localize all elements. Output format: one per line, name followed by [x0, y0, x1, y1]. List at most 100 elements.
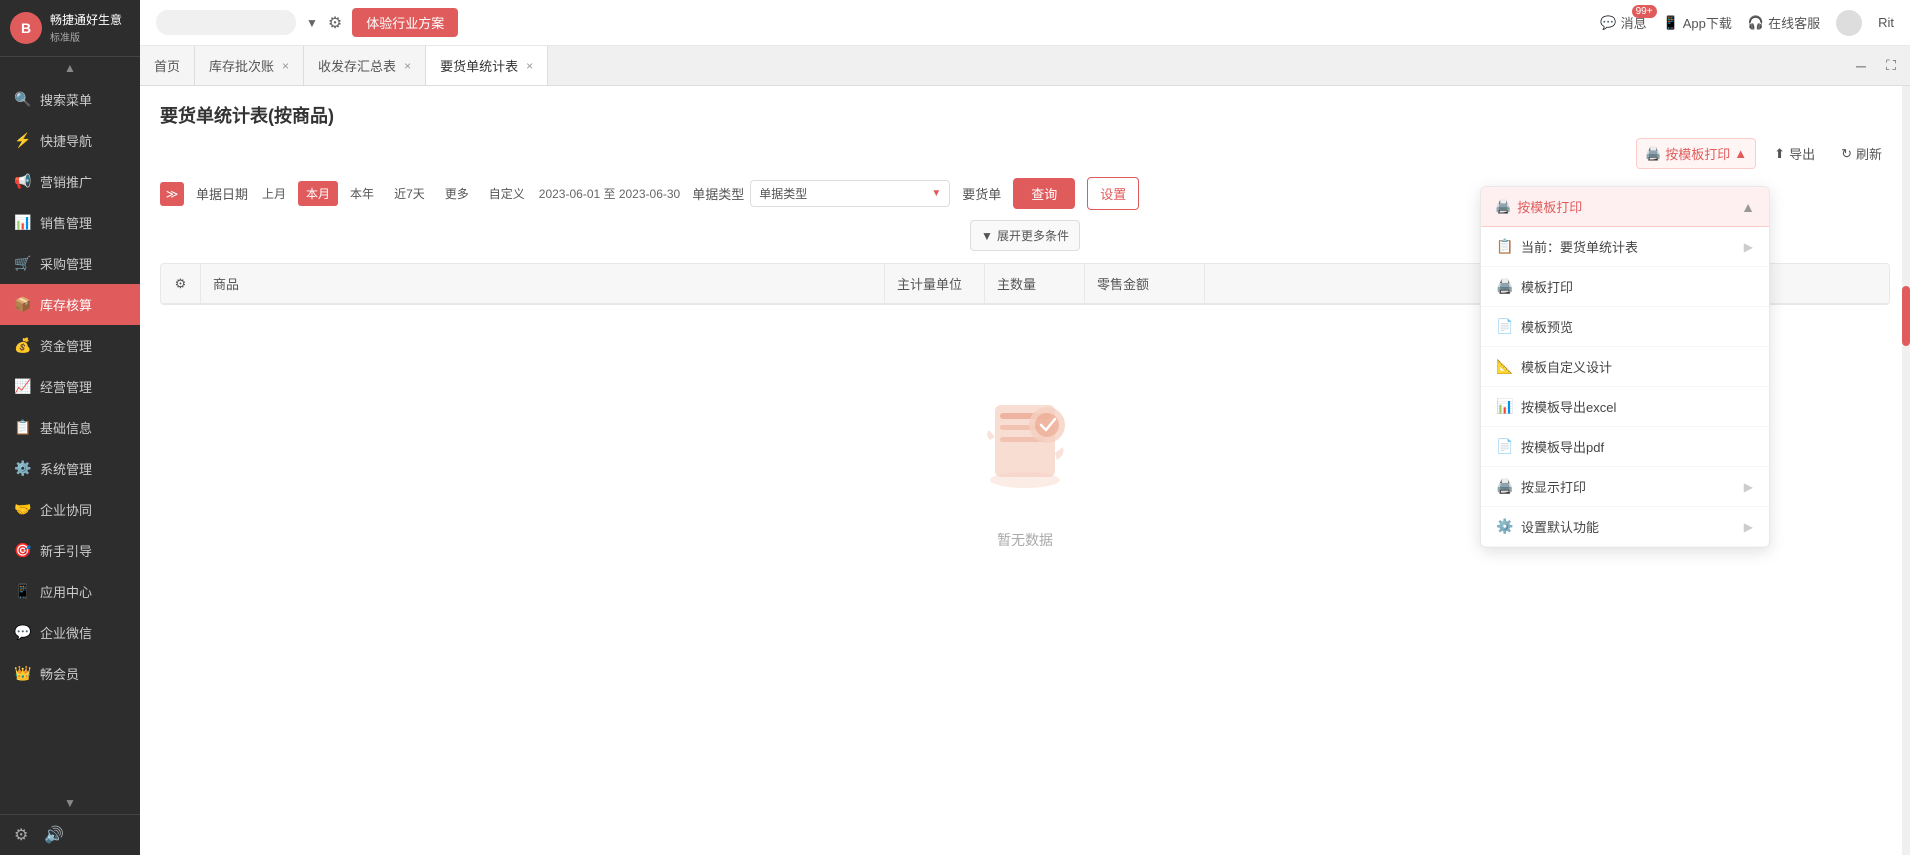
- current-template-item[interactable]: 📋 当前：要货单统计表 ▶: [1481, 227, 1769, 267]
- template-print-btn[interactable]: 🖨️ 按模板打印 ▲: [1636, 138, 1756, 169]
- sidebar-item-search[interactable]: 🔍 搜索菜单: [0, 79, 140, 120]
- th-amount: 零售金额: [1085, 264, 1205, 303]
- sidebar-item-app-center[interactable]: 📱 应用中心: [0, 571, 140, 612]
- volume-footer-icon[interactable]: 🔊: [44, 825, 64, 845]
- last-7-days-btn[interactable]: 近7天: [386, 181, 433, 206]
- sidebar-item-basic-info[interactable]: 📋基础信息: [0, 407, 140, 448]
- prev-month-btn[interactable]: 上月: [254, 181, 294, 206]
- sidebar-item-purchase[interactable]: 🛒 采购管理: [0, 243, 140, 284]
- nav-icon-system: ⚙️: [14, 460, 32, 478]
- sidebar-item-marketing[interactable]: 📢营销推广: [0, 161, 140, 202]
- tab-order-stats-close[interactable]: ×: [526, 59, 533, 73]
- template-print-label: 按模板打印: [1665, 144, 1730, 163]
- default-function-item[interactable]: ⚙️ 设置默认功能 ▶: [1481, 507, 1769, 547]
- sidebar-item-inventory[interactable]: 📦库存核算: [0, 284, 140, 325]
- tab-maximize-btn[interactable]: ⛶: [1880, 55, 1902, 77]
- tab-minimize-btn[interactable]: ─: [1850, 55, 1872, 77]
- sidebar-item-sales[interactable]: 📊销售管理: [0, 202, 140, 243]
- template-design-item[interactable]: 📐 模板自定义设计: [1481, 347, 1769, 387]
- goods-filter-section: 要货单: [962, 184, 1001, 203]
- sidebar-scroll-down[interactable]: ▼: [0, 792, 140, 814]
- sidebar-item-system[interactable]: ⚙️系统管理: [0, 448, 140, 489]
- tab-order-stats[interactable]: 要货单统计表 ×: [426, 46, 548, 85]
- filter-expand-icon[interactable]: ≫: [160, 182, 184, 206]
- topbar-search-box[interactable]: [156, 10, 296, 35]
- scrollbar-thumb[interactable]: [1902, 286, 1910, 346]
- display-print-item[interactable]: 🖨️ 按显示打印 ▶: [1481, 467, 1769, 507]
- online-service-btn[interactable]: 🎧 在线客服: [1748, 13, 1820, 32]
- nav-icon-wechat: 💬: [14, 624, 32, 642]
- sidebar-item-member[interactable]: 👑畅会员: [0, 653, 140, 694]
- topbar-gear-icon[interactable]: ⚙: [328, 13, 342, 33]
- template-preview-item[interactable]: 📄 模板预览: [1481, 307, 1769, 347]
- app-download-btn[interactable]: 📱 App下载: [1663, 13, 1732, 32]
- dropdown-close-btn[interactable]: ▲: [1741, 199, 1755, 215]
- nav-icon-search: 🔍: [14, 91, 32, 109]
- tab-receipt-summary[interactable]: 收发存汇总表 ×: [304, 46, 426, 85]
- sidebar-scroll-up[interactable]: ▲: [0, 57, 140, 79]
- nav-icon-enterprise: 🤝: [14, 501, 32, 519]
- refresh-btn[interactable]: ↻ 刷新: [1833, 139, 1890, 168]
- sidebar-item-enterprise[interactable]: 🤝企业协同: [0, 489, 140, 530]
- actions-row: 🖨️ 按模板打印 ▲ ⬆ 导出 ↻ 刷新: [140, 138, 1910, 177]
- nav-label-member: 畅会员: [40, 664, 79, 683]
- custom-date-btn[interactable]: 自定义: [481, 181, 533, 206]
- page-header: 要货单统计表(按商品): [140, 86, 1910, 138]
- sidebar-footer: ⚙ 🔊: [0, 814, 140, 855]
- nav-icon-purchase: 🛒: [14, 255, 32, 273]
- settings-footer-icon[interactable]: ⚙: [14, 825, 28, 845]
- nav-label-finance: 资金管理: [40, 336, 92, 355]
- sidebar-item-wechat[interactable]: 💬企业微信: [0, 612, 140, 653]
- username-btn[interactable]: Rit: [1878, 15, 1894, 30]
- template-export-excel-item[interactable]: 📊 按模板导出excel: [1481, 387, 1769, 427]
- template-export-pdf-item[interactable]: 📄 按模板导出pdf: [1481, 427, 1769, 467]
- sidebar-item-quick-nav[interactable]: ⚡快捷导航: [0, 120, 140, 161]
- scrollbar-track: [1902, 86, 1910, 855]
- settings-btn[interactable]: 设置: [1087, 177, 1139, 210]
- refresh-label: 刷新: [1856, 144, 1882, 163]
- th-checkbox[interactable]: ⚙: [161, 264, 201, 303]
- message-btn[interactable]: 💬 消息 99+: [1600, 13, 1646, 32]
- nav-label-purchase: 采购管理: [40, 254, 92, 273]
- app-download-icon: 📱: [1663, 15, 1679, 31]
- current-year-btn[interactable]: 本年: [342, 181, 382, 206]
- nav-label-sales: 销售管理: [40, 213, 92, 232]
- th-quantity: 主数量: [985, 264, 1085, 303]
- nav-icon-app-center: 📱: [14, 583, 32, 601]
- nav-label-marketing: 营销推广: [40, 172, 92, 191]
- template-print-dropdown: 🖨️ 按模板打印 ▲ 📋 当前：要货单统计表 ▶ 🖨️ 模板打印 �: [1480, 186, 1770, 548]
- topbar-right: 💬 消息 99+ 📱 App下载 🎧 在线客服 Rit: [1600, 10, 1894, 36]
- sidebar-item-finance[interactable]: 💰资金管理: [0, 325, 140, 366]
- current-month-btn[interactable]: 本月: [298, 181, 338, 206]
- export-btn[interactable]: ⬆ 导出: [1766, 139, 1823, 168]
- trial-btn[interactable]: 体验行业方案: [352, 8, 458, 37]
- template-print-item[interactable]: 🖨️ 模板打印: [1481, 267, 1769, 307]
- nav-label-inventory: 库存核算: [40, 295, 92, 314]
- settings-icon: ⚙: [175, 276, 187, 292]
- user-avatar-btn[interactable]: [1836, 10, 1862, 36]
- type-select[interactable]: 单据类型 ▼: [750, 180, 950, 207]
- nav-label-app-center: 应用中心: [40, 582, 92, 601]
- tab-home[interactable]: 首页: [140, 46, 195, 85]
- topbar-dropdown-arrow[interactable]: ▼: [306, 16, 318, 30]
- tab-inventory-batch[interactable]: 库存批次账 ×: [195, 46, 304, 85]
- tab-order-stats-label: 要货单统计表: [440, 56, 518, 75]
- expand-chevron-icon: ≫: [166, 187, 179, 201]
- sidebar: B 畅捷通好生意 标准版 ▲ 🔍 搜索菜单 ⚡快捷导航📢营销推广📊销售管理 🛒 采购管理…: [0, 0, 140, 855]
- nav-label-search: 搜索菜单: [40, 90, 92, 109]
- current-template-label: 当前：要货单统计表: [1521, 237, 1638, 256]
- sidebar-logo: B 畅捷通好生意 标准版: [0, 0, 140, 57]
- type-filter-section: 单据类型 单据类型 ▼: [692, 180, 950, 207]
- sidebar-item-guide[interactable]: 🎯新手引导: [0, 530, 140, 571]
- username-text: Rit: [1878, 15, 1894, 30]
- query-btn[interactable]: 查询: [1013, 178, 1075, 209]
- sidebar-item-operations[interactable]: 📈经营管理: [0, 366, 140, 407]
- tab-inventory-batch-close[interactable]: ×: [282, 59, 289, 73]
- message-badge: 99+: [1632, 5, 1657, 18]
- tab-receipt-summary-close[interactable]: ×: [404, 59, 411, 73]
- expand-conditions-btn[interactable]: ▼ 展开更多条件: [970, 220, 1080, 251]
- default-function-icon: ⚙️: [1497, 519, 1513, 535]
- date-filter-options: 上月 本月 本年 近7天 更多 自定义: [254, 181, 533, 206]
- type-select-arrow: ▼: [931, 188, 941, 199]
- more-date-btn[interactable]: 更多: [437, 181, 477, 206]
